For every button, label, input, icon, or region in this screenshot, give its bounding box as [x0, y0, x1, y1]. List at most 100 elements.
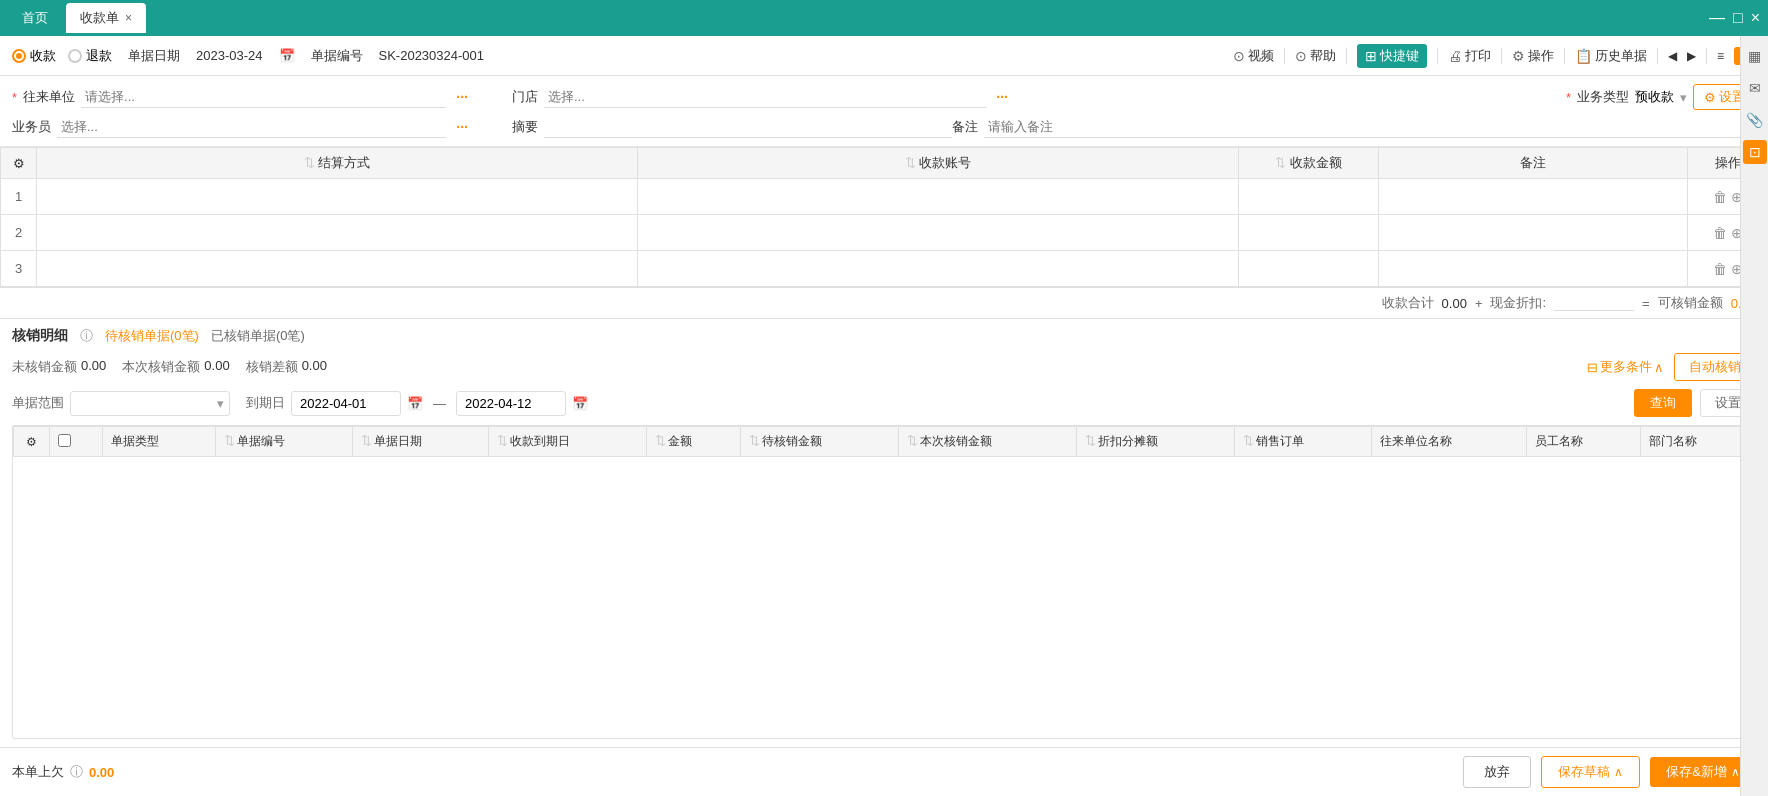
- due-date-from[interactable]: [291, 391, 401, 416]
- history-btn[interactable]: 📋 历史单据: [1575, 47, 1647, 65]
- discount-input[interactable]: [1554, 295, 1634, 311]
- restore-btn[interactable]: □: [1733, 9, 1743, 27]
- date-calendar-icon[interactable]: 📅: [279, 48, 295, 63]
- uncancelled-value: 0.00: [81, 358, 106, 376]
- save-new-label: 保存&新增: [1666, 763, 1727, 781]
- sidebar-camera-icon[interactable]: ⊡: [1743, 140, 1767, 164]
- bottom-left: 本单上欠 ⓘ 0.00: [12, 763, 114, 781]
- reconcile-section: 核销明细 ⓘ 待核销单据(0笔) 已核销单据(0笔) 未核销金额 0.00 本次…: [0, 319, 1768, 747]
- form-area: * 往来单位 ··· 门店 ··· * 业务类型 预收款 ▾ ⚙ 设置: [0, 76, 1768, 147]
- row-remark[interactable]: [1378, 215, 1687, 251]
- business-type-label: 业务类型: [1577, 88, 1629, 106]
- store-input[interactable]: [544, 86, 986, 108]
- help-btn[interactable]: ⊙ 帮助: [1295, 47, 1336, 65]
- sidebar-email-icon[interactable]: ✉: [1743, 76, 1767, 100]
- staff-field: 业务员 ···: [12, 116, 472, 138]
- summary-field: 摘要: [512, 116, 952, 138]
- row-settlement[interactable]: [37, 179, 638, 215]
- select-all-checkbox[interactable]: [58, 434, 71, 447]
- bottom-th-13: 部门名称: [1641, 427, 1755, 457]
- date-from-icon[interactable]: 📅: [407, 396, 423, 411]
- th-gear[interactable]: ⚙: [1, 148, 37, 179]
- counterpart-input[interactable]: [81, 86, 446, 108]
- date-value[interactable]: 2023-03-24: [196, 48, 263, 63]
- row-amount[interactable]: [1238, 215, 1378, 251]
- bottom-actions: 放弃 保存草稿 ∧ 保存&新增 ∧: [1463, 756, 1756, 788]
- print-label: 打印: [1465, 47, 1491, 65]
- view-icon-btn[interactable]: ≡: [1717, 49, 1724, 63]
- row-settlement[interactable]: [37, 251, 638, 287]
- sort-icon-5: ⇅: [497, 433, 508, 448]
- sidebar-table-icon[interactable]: ▦: [1743, 44, 1767, 68]
- sort-icon-6: ⇅: [655, 433, 666, 448]
- operation-icon: ⚙: [1512, 48, 1525, 64]
- range-select[interactable]: [70, 391, 230, 416]
- bottom-th-1[interactable]: [50, 427, 103, 457]
- radio-collection[interactable]: 收款: [12, 47, 56, 65]
- tab-current[interactable]: 收款单 ×: [66, 3, 146, 33]
- video-btn[interactable]: ⊙ 视频: [1233, 47, 1274, 65]
- history-icon: 📋: [1575, 48, 1592, 64]
- more-conditions-btn[interactable]: ⊟ 更多条件 ∧: [1587, 358, 1664, 376]
- bottom-th-8: ⇅本次核销金额: [898, 427, 1077, 457]
- date-label: 单据日期: [128, 47, 180, 65]
- counterpart-label: 往来单位: [23, 88, 75, 106]
- pending-tab-link[interactable]: 待核销单据(0笔): [105, 327, 199, 345]
- business-type-dropdown-icon[interactable]: ▾: [1680, 90, 1687, 105]
- summary-input[interactable]: [544, 116, 952, 138]
- date-to-icon[interactable]: 📅: [572, 396, 588, 411]
- staff-more-btn[interactable]: ···: [452, 119, 472, 135]
- form-row-1: * 往来单位 ··· 门店 ··· * 业务类型 预收款 ▾ ⚙ 设置: [12, 84, 1756, 110]
- store-more-btn[interactable]: ···: [992, 89, 1012, 105]
- business-type-selector[interactable]: 预收款 ▾: [1635, 88, 1687, 106]
- bottom-info-icon[interactable]: ⓘ: [70, 763, 83, 781]
- tab-home[interactable]: 首页: [8, 3, 62, 33]
- divider2: [1346, 48, 1347, 64]
- row-settlement[interactable]: [37, 215, 638, 251]
- draft-btn[interactable]: 保存草稿 ∧: [1541, 756, 1640, 788]
- table-footer: 收款合计 0.00 + 现金折扣: = 可核销金额 0.00: [0, 288, 1768, 319]
- row-account[interactable]: [637, 215, 1238, 251]
- row-delete-icon[interactable]: 🗑: [1713, 261, 1727, 277]
- bottom-th-10: ⇅销售订单: [1235, 427, 1372, 457]
- shortcut-btn[interactable]: ⊞ 快捷键: [1357, 44, 1427, 68]
- close-btn[interactable]: ×: [1751, 9, 1760, 27]
- shortcut-icon: ⊞: [1365, 48, 1377, 64]
- video-icon: ⊙: [1233, 48, 1245, 64]
- row-remark[interactable]: [1378, 179, 1687, 215]
- range-label: 单据范围: [12, 394, 64, 412]
- sidebar-clip-icon[interactable]: 📎: [1743, 108, 1767, 132]
- help-icon: ⊙: [1295, 48, 1307, 64]
- abandon-btn[interactable]: 放弃: [1463, 756, 1531, 788]
- row-delete-icon[interactable]: 🗑: [1713, 189, 1727, 205]
- business-type-required: *: [1566, 90, 1571, 105]
- radio-refund[interactable]: 退款: [68, 47, 112, 65]
- operation-btn[interactable]: ⚙ 操作: [1512, 47, 1554, 65]
- reconcile-info-icon[interactable]: ⓘ: [80, 327, 93, 345]
- nav-right-btn[interactable]: ▶: [1687, 49, 1696, 63]
- tab-close-btn[interactable]: ×: [125, 11, 132, 25]
- note-label: 备注: [952, 118, 978, 136]
- nav-left-btn[interactable]: ◀: [1668, 49, 1677, 63]
- bottom-th-0[interactable]: ⚙: [14, 427, 50, 457]
- divider3: [1437, 48, 1438, 64]
- settings-gear-icon: ⚙: [1704, 90, 1716, 105]
- row-remark[interactable]: [1378, 251, 1687, 287]
- row-amount[interactable]: [1238, 179, 1378, 215]
- row-delete-icon[interactable]: 🗑: [1713, 225, 1727, 241]
- counterpart-more-btn[interactable]: ···: [452, 89, 472, 105]
- query-btn[interactable]: 查询: [1634, 389, 1692, 417]
- due-date-to[interactable]: [456, 391, 566, 416]
- store-label: 门店: [512, 88, 538, 106]
- main-content: 收款 退款 单据日期 2023-03-24 📅 单据编号 SK-20230324…: [0, 36, 1768, 796]
- row-amount[interactable]: [1238, 251, 1378, 287]
- print-btn[interactable]: 🖨 打印: [1448, 47, 1491, 65]
- minimize-btn[interactable]: —: [1709, 9, 1725, 27]
- row-account[interactable]: [637, 251, 1238, 287]
- done-tab-link[interactable]: 已核销单据(0笔): [211, 327, 305, 345]
- row-account[interactable]: [637, 179, 1238, 215]
- note-input[interactable]: [984, 116, 1756, 138]
- staff-input[interactable]: [57, 116, 446, 138]
- bottom-th-5: ⇅收款到期日: [489, 427, 647, 457]
- sort-icon3: ⇅: [1275, 155, 1286, 170]
